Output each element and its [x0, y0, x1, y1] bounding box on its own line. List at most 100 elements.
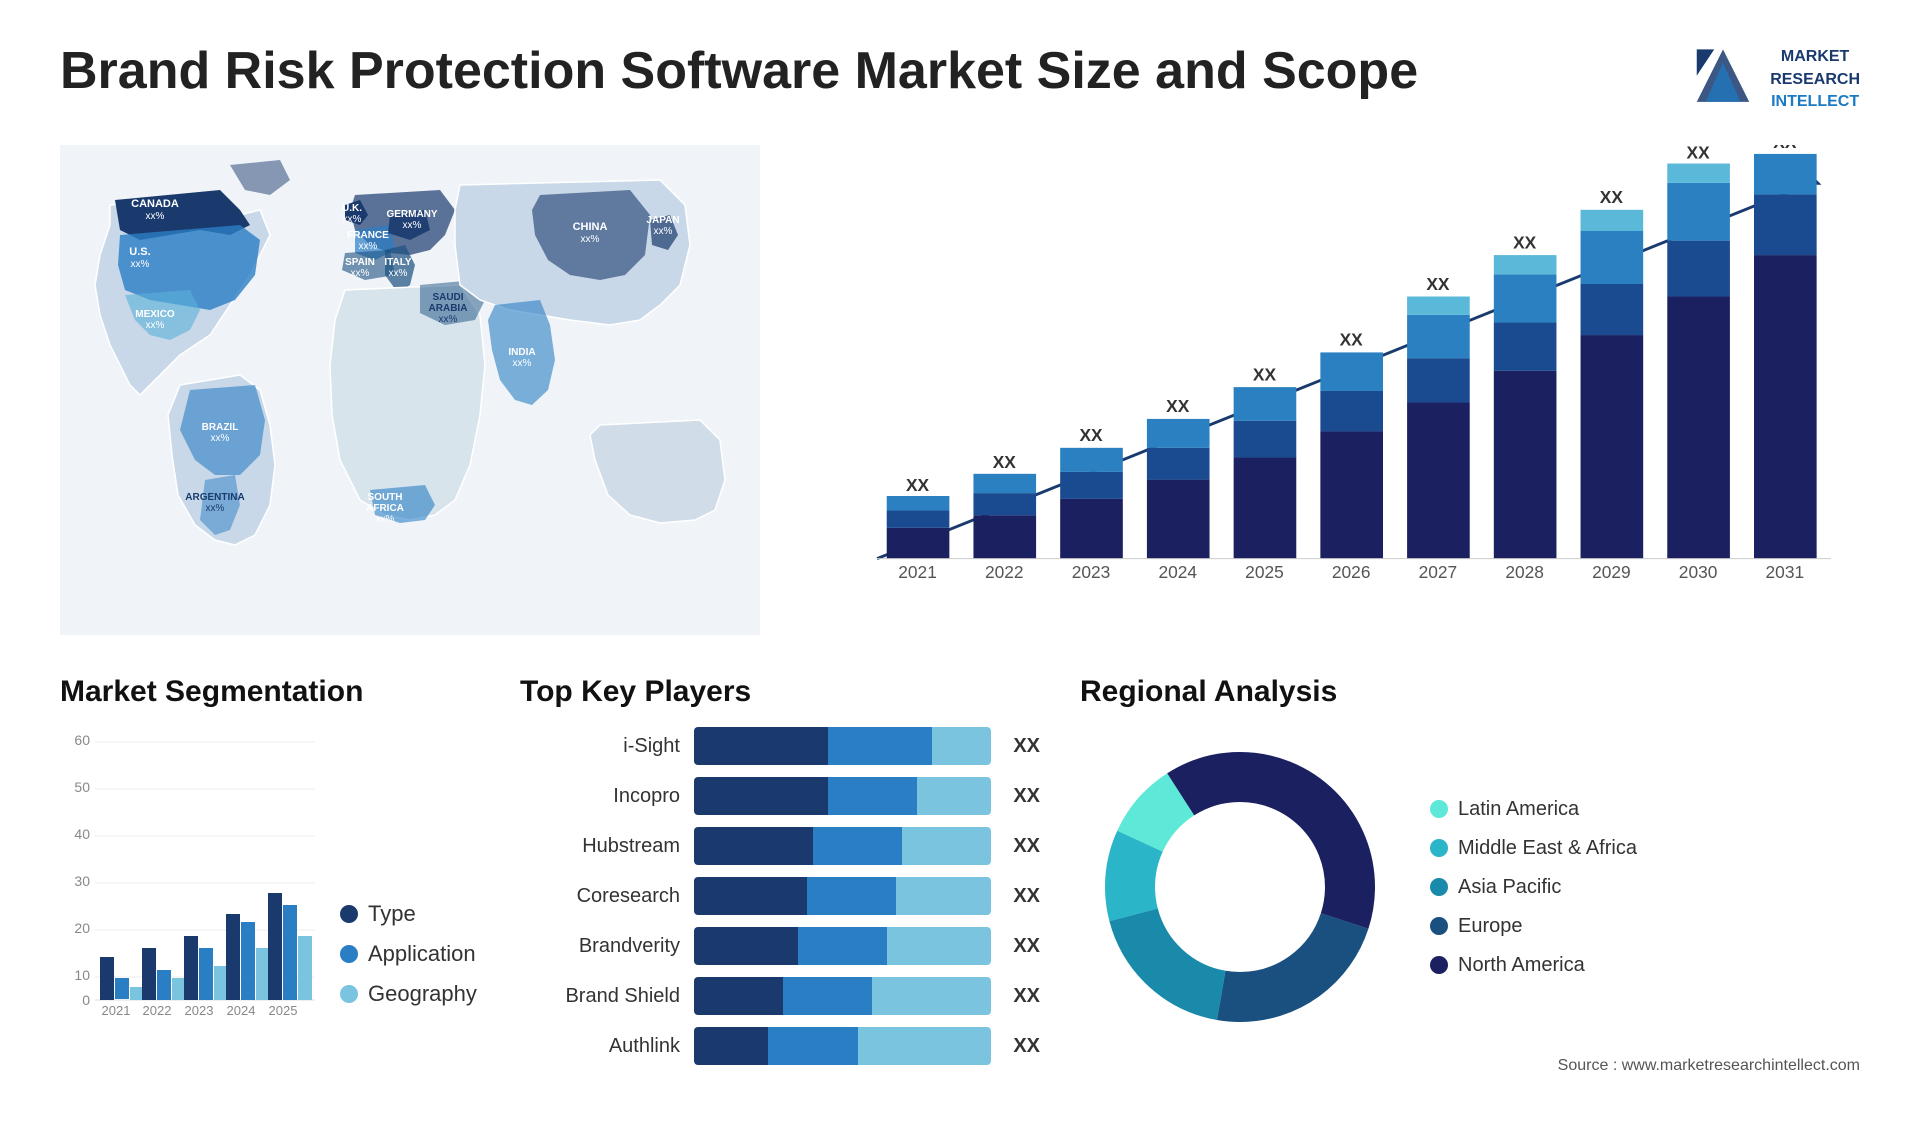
- svg-text:U.K.: U.K.: [342, 203, 362, 214]
- bar-seg1: [694, 927, 798, 965]
- legend-europe: Europe: [1430, 915, 1637, 938]
- svg-text:2023: 2023: [185, 1003, 214, 1018]
- bar-seg2: [813, 827, 902, 865]
- legend-mea: Middle East & Africa: [1430, 837, 1637, 860]
- donut-chart: [1080, 727, 1400, 1047]
- bar-seg1: [694, 827, 813, 865]
- bar-seg1: [694, 1027, 768, 1065]
- legend-la-label: Latin America: [1458, 798, 1579, 821]
- player-value: XX: [1013, 735, 1040, 758]
- svg-text:xx%: xx%: [581, 234, 600, 245]
- player-value: XX: [1013, 835, 1040, 858]
- svg-text:XX: XX: [1340, 330, 1364, 350]
- regional-legend: Latin America Middle East & Africa Asia …: [1430, 798, 1637, 977]
- bar-seg1: [694, 977, 783, 1015]
- svg-text:xx%: xx%: [403, 220, 422, 231]
- svg-text:FRANCE: FRANCE: [347, 230, 389, 241]
- svg-text:xx%: xx%: [343, 214, 362, 225]
- bar-seg1: [694, 877, 807, 915]
- bar-seg2: [768, 1027, 857, 1065]
- legend-type: Type: [340, 901, 477, 927]
- svg-text:2030: 2030: [1679, 562, 1718, 582]
- map-container: CANADA xx% U.S. xx% MEXICO xx% BRAZIL xx…: [60, 145, 760, 635]
- bar-seg3: [902, 827, 991, 865]
- players-section: Top Key Players i-Sight XX Incopro: [520, 675, 1040, 1075]
- player-name: Authlink: [520, 1035, 680, 1058]
- svg-text:XX: XX: [1687, 145, 1711, 163]
- svg-text:xx%: xx%: [131, 259, 150, 270]
- legend-eu-dot: [1430, 917, 1448, 935]
- svg-text:xx%: xx%: [359, 241, 378, 252]
- players-chart: i-Sight XX Incopro XX: [520, 727, 1040, 1065]
- svg-text:ITALY: ITALY: [384, 257, 412, 268]
- logo: MARKET RESEARCH INTELLECT: [1688, 45, 1860, 115]
- svg-text:xx%: xx%: [146, 211, 165, 222]
- legend-na-dot: [1430, 956, 1448, 974]
- svg-text:XX: XX: [1253, 364, 1277, 384]
- svg-text:XX: XX: [1426, 274, 1450, 294]
- svg-text:2022: 2022: [143, 1003, 172, 1018]
- legend-eu-label: Europe: [1458, 915, 1523, 938]
- svg-text:XX: XX: [1600, 187, 1624, 207]
- player-name: i-Sight: [520, 735, 680, 758]
- player-row: Brandverity XX: [520, 927, 1040, 965]
- header: Brand Risk Protection Software Market Si…: [60, 40, 1860, 115]
- svg-text:2023: 2023: [1072, 562, 1111, 582]
- bar-seg3: [872, 977, 991, 1015]
- svg-text:XX: XX: [993, 452, 1017, 472]
- legend-latin-america: Latin America: [1430, 798, 1637, 821]
- legend-na-label: North America: [1458, 954, 1585, 977]
- page-title: Brand Risk Protection Software Market Si…: [60, 40, 1418, 102]
- player-value: XX: [1013, 1035, 1040, 1058]
- svg-text:XX: XX: [1513, 232, 1537, 252]
- player-name: Coresearch: [520, 885, 680, 908]
- player-value: XX: [1013, 785, 1040, 808]
- legend-geography: Geography: [340, 981, 477, 1007]
- svg-text:xx%: xx%: [389, 268, 408, 279]
- player-bar: [694, 1027, 991, 1065]
- svg-text:xx%: xx%: [146, 320, 165, 331]
- svg-text:2026: 2026: [1332, 562, 1371, 582]
- svg-text:XX: XX: [1166, 396, 1190, 416]
- player-bar: [694, 927, 991, 965]
- segmentation-title: Market Segmentation: [60, 675, 480, 709]
- bar-seg2: [828, 777, 917, 815]
- svg-text:40: 40: [74, 826, 90, 842]
- svg-text:2024: 2024: [227, 1003, 256, 1018]
- svg-text:XX: XX: [1079, 425, 1103, 445]
- legend-mea-dot: [1430, 839, 1448, 857]
- player-bar: [694, 777, 991, 815]
- players-title: Top Key Players: [520, 675, 1040, 709]
- bar-seg2: [828, 727, 932, 765]
- legend-type-label: Type: [368, 901, 416, 927]
- player-bar: [694, 977, 991, 1015]
- svg-text:2021: 2021: [102, 1003, 131, 1018]
- svg-text:2031: 2031: [1766, 562, 1805, 582]
- svg-text:xx%: xx%: [513, 358, 532, 369]
- player-value: XX: [1013, 885, 1040, 908]
- page-container: Brand Risk Protection Software Market Si…: [0, 0, 1920, 1146]
- player-value: XX: [1013, 985, 1040, 1008]
- legend-asia-pacific: Asia Pacific: [1430, 876, 1637, 899]
- regional-title: Regional Analysis: [1080, 675, 1860, 709]
- svg-text:BRAZIL: BRAZIL: [202, 422, 239, 433]
- player-bar: [694, 877, 991, 915]
- svg-text:U.S.: U.S.: [129, 246, 150, 258]
- svg-text:JAPAN: JAPAN: [646, 215, 679, 226]
- svg-text:50: 50: [74, 779, 90, 795]
- bar-seg3: [858, 1027, 992, 1065]
- player-value: XX: [1013, 935, 1040, 958]
- bar-seg2: [783, 977, 872, 1015]
- bar-seg3: [887, 927, 991, 965]
- legend-geography-label: Geography: [368, 981, 477, 1007]
- segmentation-chart-svg: 60 50 40 30 20 10 0: [60, 727, 320, 1027]
- legend-type-dot: [340, 905, 358, 923]
- bar-seg1: [694, 727, 828, 765]
- svg-text:2025: 2025: [269, 1003, 298, 1018]
- svg-text:2022: 2022: [985, 562, 1024, 582]
- svg-text:60: 60: [74, 732, 90, 748]
- svg-text:10: 10: [74, 967, 90, 983]
- legend-ap-dot: [1430, 878, 1448, 896]
- svg-text:xx%: xx%: [351, 268, 370, 279]
- player-row: Coresearch XX: [520, 877, 1040, 915]
